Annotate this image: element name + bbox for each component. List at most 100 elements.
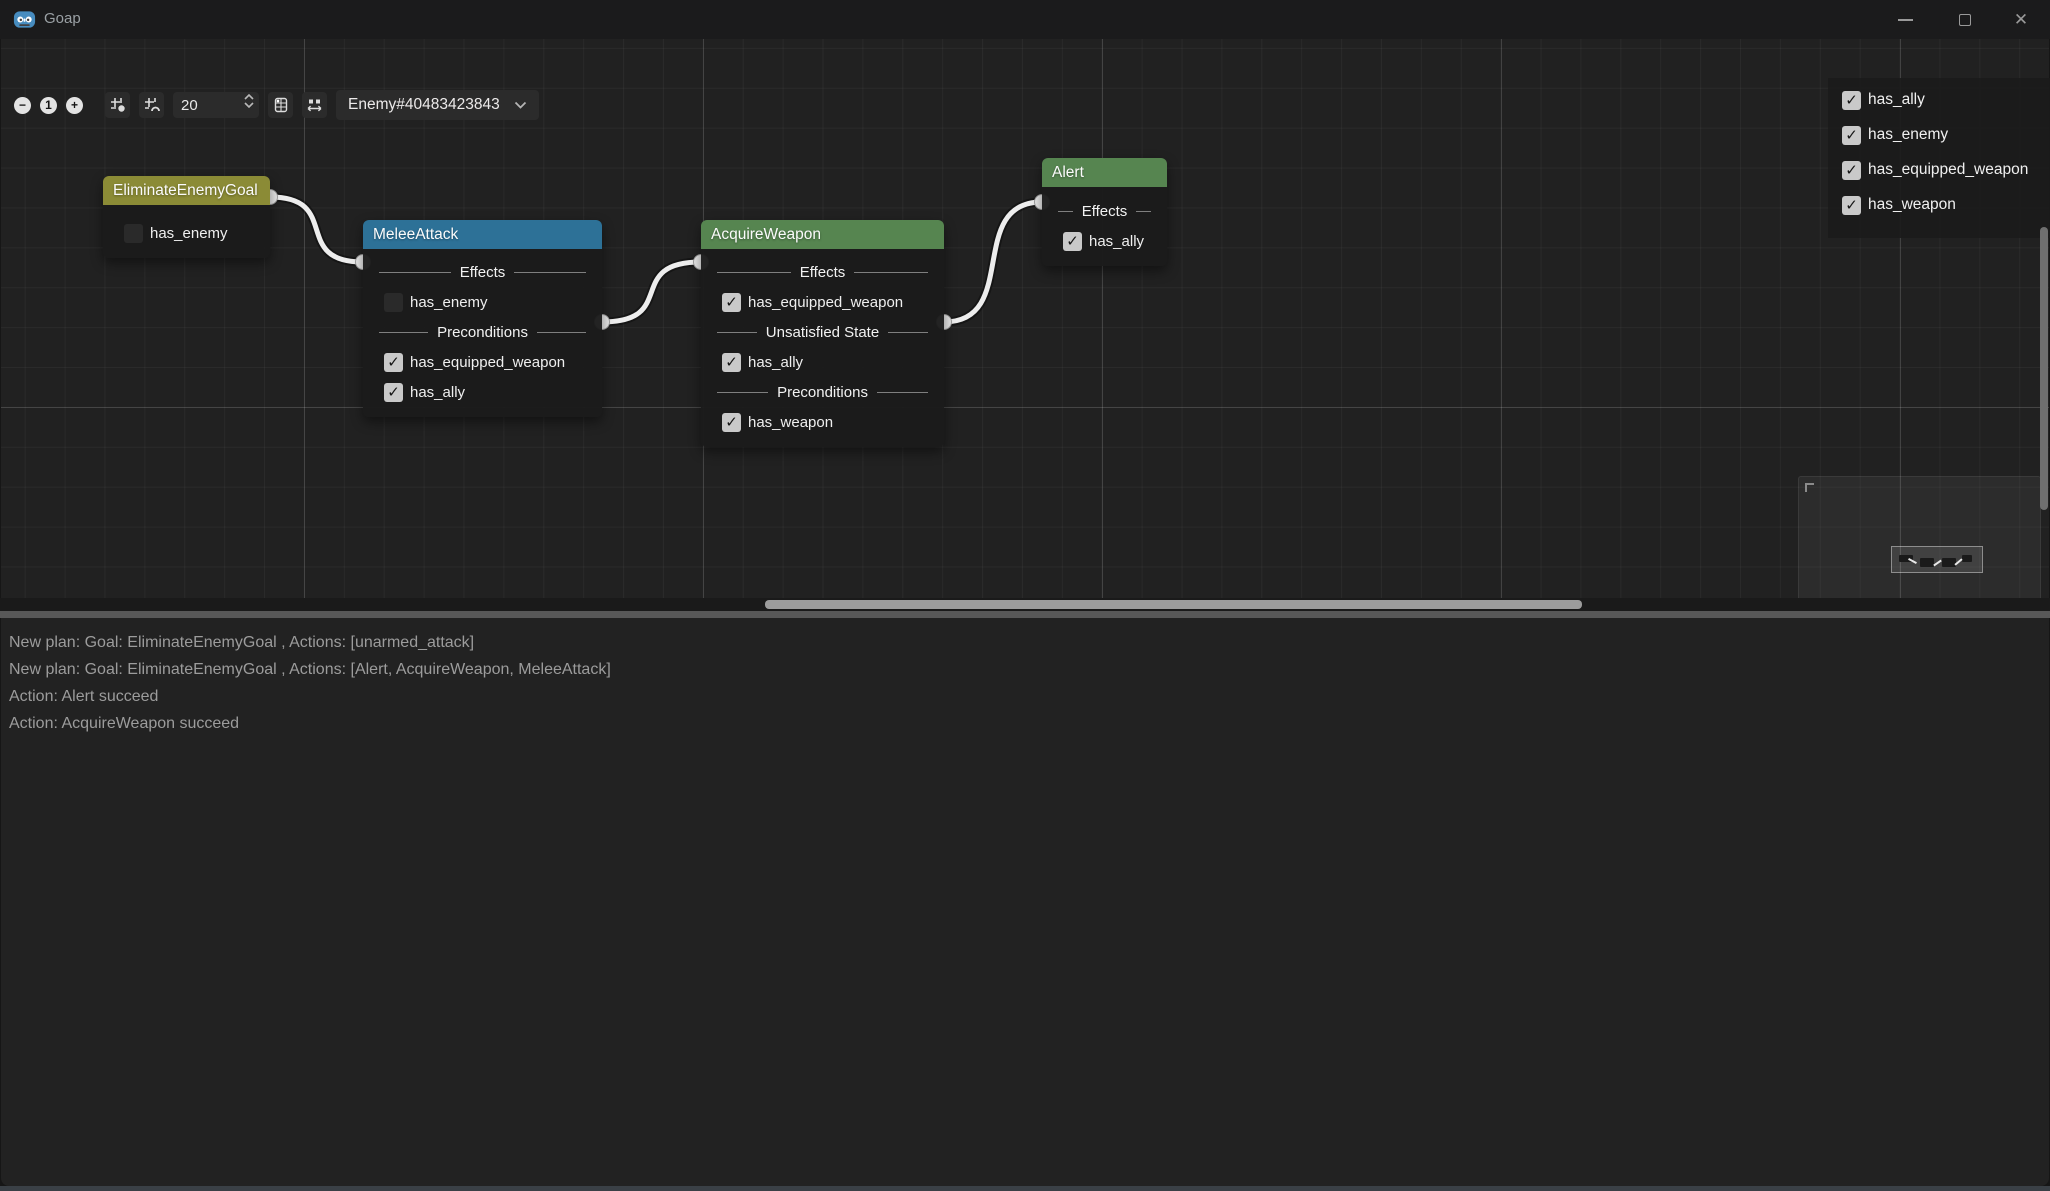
agent-selector-dropdown[interactable]: Enemy#40483423843 bbox=[336, 90, 539, 120]
node-body: Effects ✓ has_equipped_weapon Unsatisfied S… bbox=[701, 249, 944, 447]
checkbox-icon[interactable]: ✓ bbox=[722, 352, 741, 372]
log-line: Action: AcquireWeapon succeed bbox=[9, 715, 240, 732]
log-splitter-handle[interactable] bbox=[0, 611, 2050, 618]
separator-line bbox=[1136, 210, 1151, 212]
wire-eliminate-enemy-goal-to-melee-attack[interactable] bbox=[267, 194, 366, 265]
graph-node-eliminate-enemy-goal[interactable]: EliminateEnemyGoal has_enemy bbox=[103, 176, 270, 258]
checkbox-icon[interactable] bbox=[384, 292, 403, 312]
agent-selector-value: Enemy#40483423843 bbox=[348, 96, 500, 113]
separator-line bbox=[536, 331, 587, 333]
watch-item-has_ally[interactable]: ✓ has_ally bbox=[1842, 87, 2050, 113]
checkbox-icon[interactable]: ✓ bbox=[384, 352, 403, 372]
node-state-row: ✓ has_equipped_weapon bbox=[363, 347, 602, 377]
snap-grid-icon bbox=[110, 97, 126, 113]
node-state-row: ✓ has_weapon bbox=[701, 407, 944, 437]
state-label: has_ally bbox=[410, 383, 466, 401]
checkbox-icon[interactable] bbox=[124, 223, 143, 243]
checkbox-icon[interactable]: ✓ bbox=[722, 412, 741, 432]
separator-line bbox=[888, 331, 928, 333]
node-title[interactable]: MeleeAttack bbox=[363, 220, 602, 249]
snap-arc-icon bbox=[144, 97, 160, 113]
node-body: Effects has_enemy Preconditions ✓ has_equipp… bbox=[363, 249, 602, 417]
minimap-wire bbox=[1908, 558, 1917, 564]
app-window: EliminateEnemyGoal has_enemy MeleeAttack Ef… bbox=[0, 0, 2050, 1191]
snap-distance-button[interactable] bbox=[139, 92, 164, 118]
state-label: has_equipped_weapon bbox=[410, 353, 566, 371]
zoom-reset-button[interactable]: 1 bbox=[40, 96, 57, 114]
arrange-icon bbox=[306, 97, 323, 113]
spin-down-icon[interactable] bbox=[244, 102, 254, 108]
maximize-button[interactable] bbox=[1936, 0, 1994, 39]
log-line: New plan: Goal: EliminateEnemyGoal , Act… bbox=[9, 634, 475, 651]
node-title[interactable]: Alert bbox=[1042, 158, 1167, 187]
separator-line bbox=[717, 271, 791, 273]
horizontal-scrollbar-thumb[interactable] bbox=[765, 600, 1582, 609]
graph-canvas[interactable]: EliminateEnemyGoal has_enemy MeleeAttack Ef… bbox=[1, 39, 2050, 636]
node-body: Effects ✓ has_ally bbox=[1042, 187, 1167, 266]
watch-item-label: has_weapon bbox=[1868, 196, 1956, 213]
snap-distance-input[interactable] bbox=[181, 92, 237, 118]
spin-up-icon[interactable] bbox=[244, 94, 254, 100]
node-section-separator: Preconditions bbox=[363, 317, 602, 347]
graph-node-alert[interactable]: Alert Effects ✓ has_ally bbox=[1042, 158, 1167, 266]
watch-item-has_weapon[interactable]: ✓ has_weapon bbox=[1842, 192, 2050, 218]
node-body: has_enemy bbox=[103, 205, 270, 258]
watch-panel: ✓ has_ally ✓ has_enemy ✓ has_equipped_weapon ✓… bbox=[1828, 78, 2050, 238]
log-line: Action: Alert succeed bbox=[9, 688, 159, 705]
godot-app-icon bbox=[13, 8, 36, 31]
state-label: has_equipped_weapon bbox=[748, 293, 904, 311]
chevron-down-icon bbox=[514, 101, 526, 109]
minimap-node bbox=[1962, 555, 1972, 562]
section-label: Preconditions bbox=[777, 383, 868, 401]
title-bar[interactable]: Goap ✕ bbox=[0, 0, 2050, 39]
arrange-nodes-button[interactable] bbox=[302, 92, 327, 118]
node-section-separator: Effects bbox=[1042, 196, 1167, 226]
checkbox-icon[interactable]: ✓ bbox=[722, 292, 741, 312]
close-button[interactable]: ✕ bbox=[1992, 0, 2050, 39]
checkbox-icon[interactable]: ✓ bbox=[1842, 195, 1861, 215]
spinbox-steppers[interactable] bbox=[244, 94, 254, 108]
checkbox-icon[interactable]: ✓ bbox=[1842, 160, 1861, 180]
vertical-scrollbar[interactable] bbox=[2040, 227, 2048, 510]
log-panel: New plan: Goal: EliminateEnemyGoal , Act… bbox=[1, 618, 2049, 1186]
minimap-icon bbox=[273, 97, 289, 113]
checkbox-icon[interactable]: ✓ bbox=[384, 382, 403, 402]
wire-shadow bbox=[265, 192, 368, 267]
watch-item-has_enemy[interactable]: ✓ has_enemy bbox=[1842, 122, 2050, 148]
node-title[interactable]: EliminateEnemyGoal bbox=[103, 176, 270, 205]
watch-item-label: has_equipped_weapon bbox=[1868, 161, 2029, 178]
watch-item-has_equipped_weapon[interactable]: ✓ has_equipped_weapon bbox=[1842, 157, 2050, 183]
state-label: has_weapon bbox=[748, 413, 834, 431]
separator-line bbox=[717, 331, 757, 333]
node-state-row: ✓ has_ally bbox=[1042, 226, 1167, 256]
separator-line bbox=[379, 271, 451, 273]
minimap-wire bbox=[1933, 559, 1942, 567]
graph-node-melee-attack[interactable]: MeleeAttack Effects has_enemy Preconditions… bbox=[363, 220, 602, 417]
watch-item-label: has_ally bbox=[1868, 91, 1925, 108]
node-state-row: has_enemy bbox=[363, 287, 602, 317]
minimize-button[interactable] bbox=[1876, 0, 1934, 39]
window-title: Goap bbox=[44, 10, 81, 27]
snap-distance-spinbox bbox=[173, 92, 259, 118]
separator-line bbox=[514, 271, 586, 273]
minimap-toggle-button[interactable] bbox=[268, 92, 293, 118]
checkbox-icon[interactable]: ✓ bbox=[1842, 90, 1861, 110]
checkbox-icon[interactable]: ✓ bbox=[1063, 231, 1082, 251]
wire-melee-attack-to-acquire-weapon[interactable] bbox=[599, 259, 704, 325]
maximize-icon bbox=[1959, 13, 1971, 26]
separator-line bbox=[1058, 210, 1073, 212]
zoom-in-button[interactable]: + bbox=[66, 96, 83, 114]
horizontal-scrollbar-track[interactable] bbox=[0, 598, 2050, 611]
node-state-row: ✓ has_ally bbox=[363, 377, 602, 407]
graph-node-acquire-weapon[interactable]: AcquireWeapon Effects ✓ has_equipped_weapon… bbox=[701, 220, 944, 447]
node-title[interactable]: AcquireWeapon bbox=[701, 220, 944, 249]
snap-toggle-button[interactable] bbox=[105, 92, 130, 118]
minimap-resizer-icon[interactable] bbox=[1805, 483, 1814, 492]
section-label: Effects bbox=[1081, 202, 1128, 220]
checkbox-icon[interactable]: ✓ bbox=[1842, 125, 1861, 145]
wire-acquire-weapon-to-alert[interactable] bbox=[941, 199, 1045, 325]
minimap-camera-rect[interactable] bbox=[1891, 546, 1983, 573]
zoom-out-button[interactable]: − bbox=[14, 96, 31, 114]
node-state-row: ✓ has_equipped_weapon bbox=[701, 287, 944, 317]
window-bottom-edge bbox=[0, 1186, 2050, 1191]
